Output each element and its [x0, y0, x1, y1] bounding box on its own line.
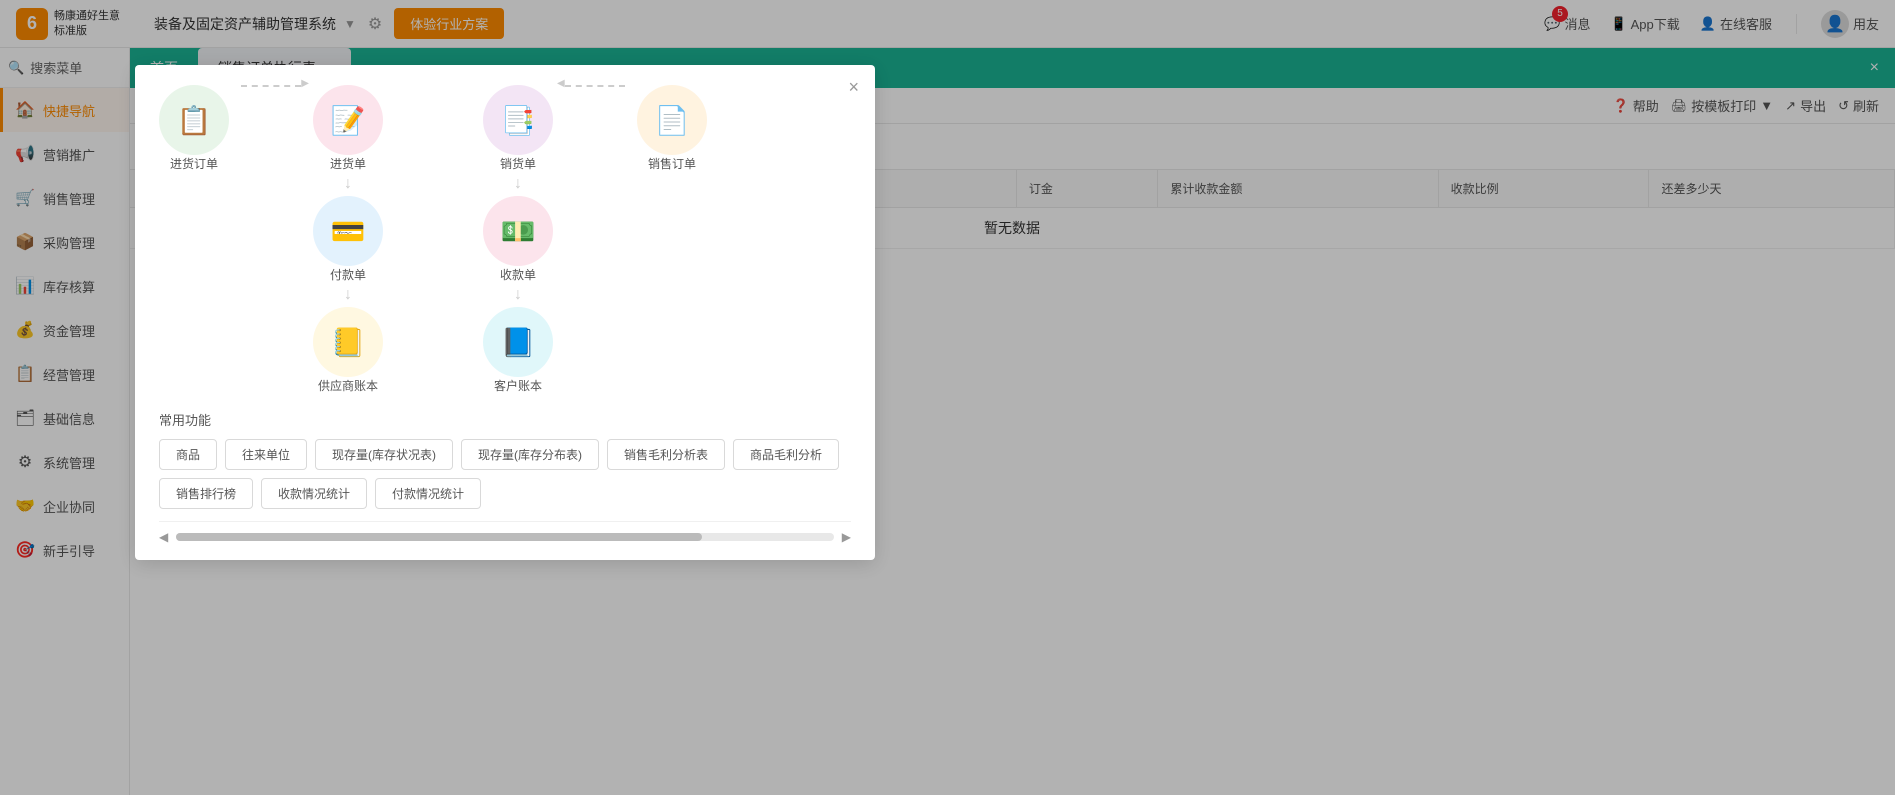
- sales-order-label: 销售订单: [648, 155, 696, 172]
- arrow1: [237, 85, 305, 115]
- purchase-order-circle[interactable]: 📋: [159, 85, 229, 155]
- arrow-down-payment: ↓: [344, 176, 352, 192]
- function-buttons: 商品 往来单位 现存量(库存状况表) 现存量(库存分布表) 销售毛利分析表 商品…: [159, 439, 851, 470]
- purchase-bill-label: 进货单: [330, 155, 366, 172]
- supplier-account-circle[interactable]: 📒: [313, 307, 383, 377]
- func-btn-sales-profit[interactable]: 销售毛利分析表: [607, 439, 725, 470]
- sales-order-circle[interactable]: 📄: [637, 85, 707, 155]
- flow-col-purchase-bill: 📝 进货单 ↓ 💳 付款单 ↓ 📒 供应商账本: [313, 85, 383, 394]
- customer-account-circle[interactable]: 📘: [483, 307, 553, 377]
- arrow2: [561, 85, 629, 115]
- purchase-bill-circle[interactable]: 📝: [313, 85, 383, 155]
- flow-col-sales-order: 📄 销售订单: [637, 85, 707, 172]
- supplier-account-label: 供应商账本: [318, 377, 378, 394]
- payment-bill-circle[interactable]: 💳: [313, 196, 383, 266]
- func-btn-receipt-stats[interactable]: 收款情况统计: [261, 478, 367, 509]
- customer-account-label: 客户账本: [494, 377, 542, 394]
- payment-bill-label: 付款单: [330, 266, 366, 283]
- func-btn-sales-ranking[interactable]: 销售排行榜: [159, 478, 253, 509]
- purchase-order-label: 进货订单: [170, 155, 218, 172]
- func-btn-product[interactable]: 商品: [159, 439, 217, 470]
- arrow-down-receipt: ↓: [514, 176, 522, 192]
- flow-col-sales-bill: 📑 销货单 ↓ 💵 收款单 ↓ 📘 客户账本: [483, 85, 553, 394]
- scroll-thumb[interactable]: [176, 533, 702, 541]
- flow-diagram: 📋 进货订单 📝 进货单 ↓ 💳 付款单 ↓ 📒 供应商账本 📑 销货单 ↓ 💵…: [159, 85, 851, 394]
- function-buttons-row2: 销售排行榜 收款情况统计 付款情况统计: [159, 478, 851, 509]
- common-functions: 常用功能 商品 往来单位 现存量(库存状况表) 现存量(库存分布表) 销售毛利分…: [159, 410, 851, 509]
- receipt-bill-circle[interactable]: 💵: [483, 196, 553, 266]
- sales-bill-circle[interactable]: 📑: [483, 85, 553, 155]
- arrow-down-supplier: ↓: [344, 287, 352, 303]
- func-btn-product-profit[interactable]: 商品毛利分析: [733, 439, 839, 470]
- func-btn-stock-distribution[interactable]: 现存量(库存分布表): [461, 439, 599, 470]
- func-btn-payment-stats[interactable]: 付款情况统计: [375, 478, 481, 509]
- scroll-right-icon[interactable]: ▶: [842, 530, 851, 544]
- func-btn-stock-status[interactable]: 现存量(库存状况表): [315, 439, 453, 470]
- quick-nav-popup: × 📋 进货订单 📝 进货单 ↓ 💳 付款单 ↓ 📒 供应商账本 📑 销货单: [135, 65, 875, 560]
- popup-scrollbar: ◀ ▶: [159, 521, 851, 544]
- sales-bill-label: 销货单: [500, 155, 536, 172]
- receipt-bill-label: 收款单: [500, 266, 536, 283]
- func-btn-partner[interactable]: 往来单位: [225, 439, 307, 470]
- scroll-left-icon[interactable]: ◀: [159, 530, 168, 544]
- arrow-down-customer: ↓: [514, 287, 522, 303]
- scroll-track: [176, 533, 834, 541]
- common-functions-title: 常用功能: [159, 410, 851, 429]
- popup-close-button[interactable]: ×: [848, 77, 859, 98]
- flow-col-purchase-order: 📋 进货订单: [159, 85, 229, 172]
